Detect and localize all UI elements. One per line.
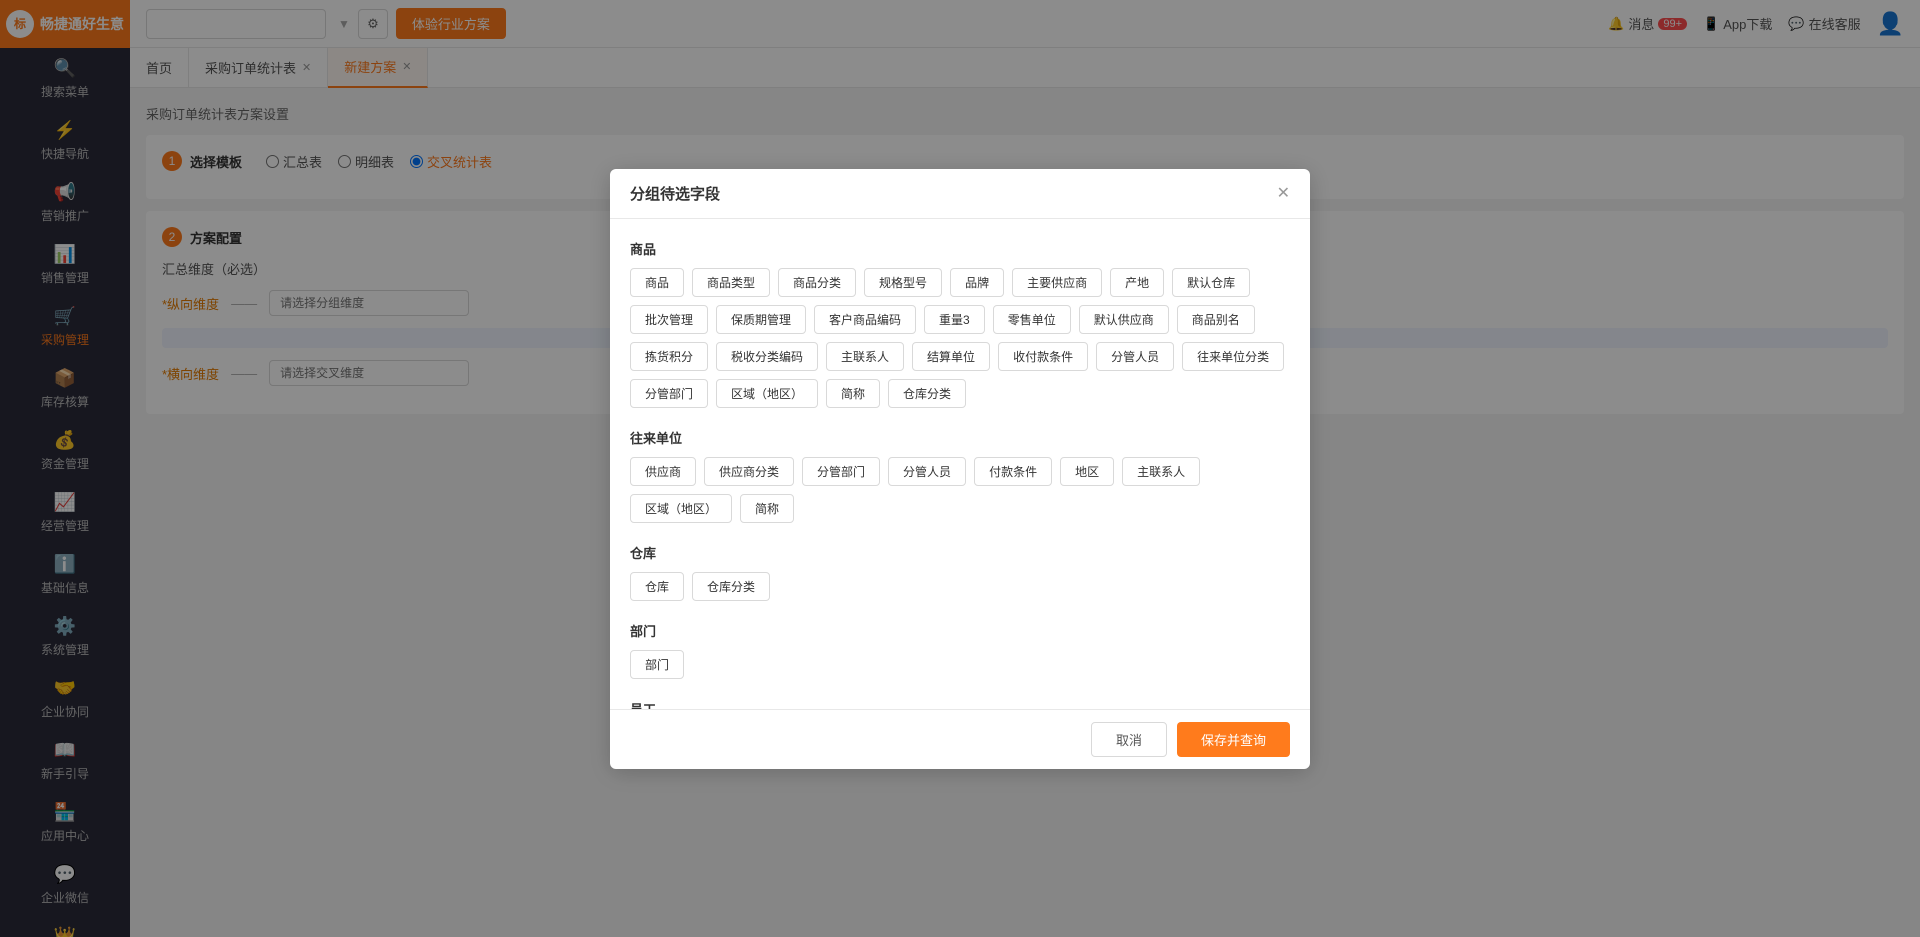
field-group-department: 部门 部门 (630, 621, 1290, 679)
field-tag-pick-points[interactable]: 拣货积分 (630, 342, 708, 371)
field-tag-alias[interactable]: 商品别名 (1177, 305, 1255, 334)
field-group-department-title: 部门 (630, 621, 1290, 640)
field-tag-partner-dept[interactable]: 分管部门 (802, 457, 880, 486)
modal-overlay: 分组待选字段 ✕ 商品 商品 商品类型 商品分类 规格型号 品牌 主要供应商 产… (0, 0, 1920, 937)
field-tag-department[interactable]: 部门 (630, 650, 684, 679)
modal-header: 分组待选字段 ✕ (610, 169, 1310, 219)
field-tag-goods[interactable]: 商品 (630, 268, 684, 297)
field-tag-default-supplier[interactable]: 默认供应商 (1079, 305, 1169, 334)
field-tags-goods: 商品 商品类型 商品分类 规格型号 品牌 主要供应商 产地 默认仓库 批次管理 … (630, 268, 1290, 408)
field-tag-customer-code[interactable]: 客户商品编码 (814, 305, 916, 334)
modal-dialog: 分组待选字段 ✕ 商品 商品 商品类型 商品分类 规格型号 品牌 主要供应商 产… (610, 169, 1310, 769)
field-group-goods: 商品 商品 商品类型 商品分类 规格型号 品牌 主要供应商 产地 默认仓库 批次… (630, 239, 1290, 408)
field-tag-abbr[interactable]: 简称 (826, 379, 880, 408)
field-tag-main-contact2[interactable]: 主联系人 (1122, 457, 1200, 486)
field-tag-main-contact[interactable]: 主联系人 (826, 342, 904, 371)
field-tags-partner: 供应商 供应商分类 分管部门 分管人员 付款条件 地区 主联系人 区域（地区） … (630, 457, 1290, 523)
field-tag-shelf-life[interactable]: 保质期管理 (716, 305, 806, 334)
modal-title: 分组待选字段 (630, 183, 720, 204)
field-group-warehouse: 仓库 仓库 仓库分类 (630, 543, 1290, 601)
field-tag-region2[interactable]: 区域（地区） (630, 494, 732, 523)
field-tag-warehouse-category[interactable]: 仓库分类 (692, 572, 770, 601)
modal-body[interactable]: 商品 商品 商品类型 商品分类 规格型号 品牌 主要供应商 产地 默认仓库 批次… (610, 219, 1310, 709)
field-group-staff-title: 员工 (630, 699, 1290, 709)
field-group-staff: 员工 业务员 (630, 699, 1290, 709)
field-group-partner-title: 往来单位 (630, 428, 1290, 447)
field-tag-origin[interactable]: 产地 (1110, 268, 1164, 297)
field-tag-supplier-cat[interactable]: 供应商分类 (704, 457, 794, 486)
field-group-goods-title: 商品 (630, 239, 1290, 258)
field-tag-supplier[interactable]: 供应商 (630, 457, 696, 486)
field-group-partner: 往来单位 供应商 供应商分类 分管部门 分管人员 付款条件 地区 主联系人 区域… (630, 428, 1290, 523)
field-tag-supervisor[interactable]: 分管人员 (1096, 342, 1174, 371)
modal-footer: 取消 保存并查询 (610, 709, 1310, 769)
field-tag-payment-cond[interactable]: 付款条件 (974, 457, 1052, 486)
field-tag-tax-code[interactable]: 税收分类编码 (716, 342, 818, 371)
field-tag-goods-category[interactable]: 商品分类 (778, 268, 856, 297)
field-tag-default-warehouse[interactable]: 默认仓库 (1172, 268, 1250, 297)
field-tag-dept[interactable]: 分管部门 (630, 379, 708, 408)
field-tag-weight[interactable]: 重量3 (924, 305, 985, 334)
field-tag-region[interactable]: 区域（地区） (716, 379, 818, 408)
field-tag-warehouse-cat[interactable]: 仓库分类 (888, 379, 966, 408)
field-tag-batch[interactable]: 批次管理 (630, 305, 708, 334)
cancel-button[interactable]: 取消 (1091, 722, 1167, 757)
field-tag-payment-terms[interactable]: 收付款条件 (998, 342, 1088, 371)
modal-close-button[interactable]: ✕ (1277, 183, 1290, 203)
field-group-warehouse-title: 仓库 (630, 543, 1290, 562)
field-tag-goods-type[interactable]: 商品类型 (692, 268, 770, 297)
field-tag-retail-unit[interactable]: 零售单位 (993, 305, 1071, 334)
field-tag-area[interactable]: 地区 (1060, 457, 1114, 486)
field-tags-warehouse: 仓库 仓库分类 (630, 572, 1290, 601)
field-tag-abbr2[interactable]: 简称 (740, 494, 794, 523)
field-tag-main-supplier[interactable]: 主要供应商 (1012, 268, 1102, 297)
field-tag-settlement-unit[interactable]: 结算单位 (912, 342, 990, 371)
field-tag-partner-person[interactable]: 分管人员 (888, 457, 966, 486)
confirm-button[interactable]: 保存并查询 (1177, 722, 1290, 757)
field-tag-spec[interactable]: 规格型号 (864, 268, 942, 297)
field-tag-partner-category[interactable]: 往来单位分类 (1182, 342, 1284, 371)
field-tags-department: 部门 (630, 650, 1290, 679)
field-tag-brand[interactable]: 品牌 (950, 268, 1004, 297)
field-tag-warehouse[interactable]: 仓库 (630, 572, 684, 601)
